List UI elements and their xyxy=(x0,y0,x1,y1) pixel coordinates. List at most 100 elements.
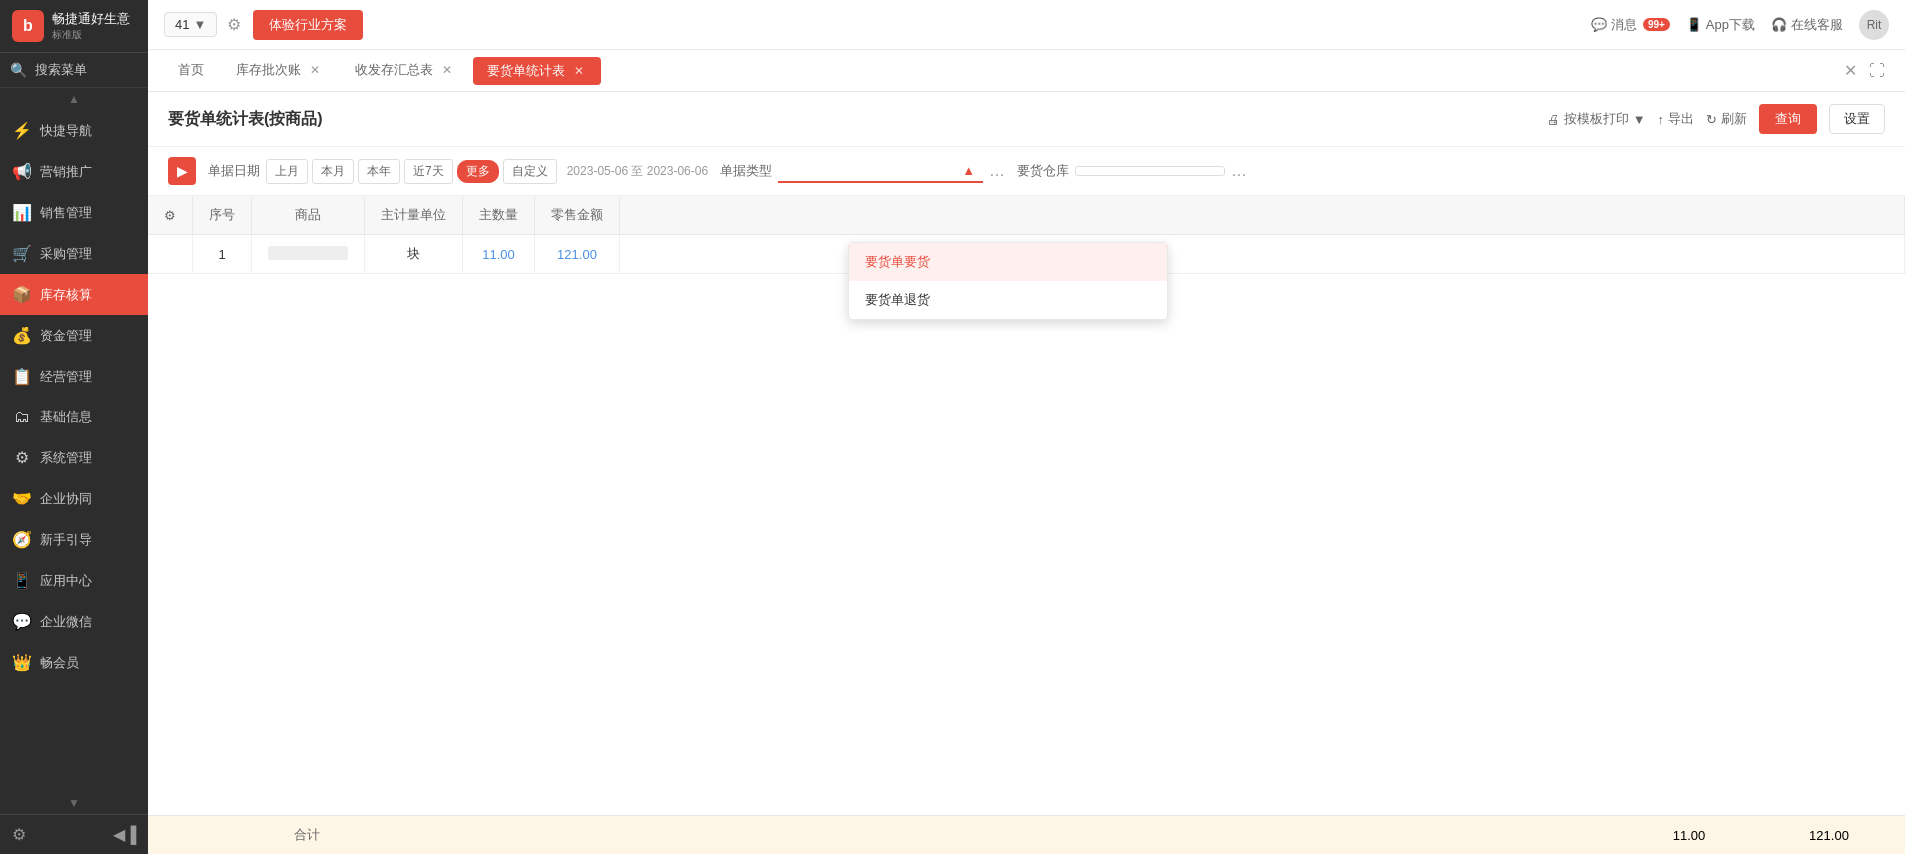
topbar-left: 41 ▼ ⚙ 体验行业方案 xyxy=(164,10,1591,40)
inventory-label: 库存核算 xyxy=(40,286,92,304)
tab-fullscreen-icon[interactable]: ⛶ xyxy=(1865,60,1889,82)
sidebar-item-inventory[interactable]: 📦 库存核算 xyxy=(0,274,148,315)
phone-icon: 📱 xyxy=(1686,17,1702,32)
order-type-more-icon[interactable]: … xyxy=(989,162,1005,180)
refresh-btn[interactable]: ↻ 刷新 xyxy=(1706,110,1747,128)
sidebar-item-finance[interactable]: 💰 资金管理 xyxy=(0,315,148,356)
refresh-icon: ↻ xyxy=(1706,112,1717,127)
print-template-btn[interactable]: 🖨 按模板打印 ▼ xyxy=(1547,110,1646,128)
more-dates-btn[interactable]: 更多 xyxy=(457,160,499,183)
tab-expand-icon[interactable]: ✕ xyxy=(1840,59,1861,82)
order-type-dropdown: 要货单要货 要货单退货 xyxy=(848,242,1168,320)
sidebar-scroll-down[interactable]: ▼ xyxy=(0,792,148,814)
shortcut-label: 快捷导航 xyxy=(40,122,92,140)
user-avatar[interactable]: Rit xyxy=(1859,10,1889,40)
this-year-btn[interactable]: 本年 xyxy=(358,159,400,184)
tab-request-summary[interactable]: 要货单统计表 ✕ xyxy=(473,57,601,85)
sidebar-item-operations[interactable]: 📋 经营管理 xyxy=(0,356,148,397)
tab-home[interactable]: 首页 xyxy=(164,53,218,89)
finance-label: 资金管理 xyxy=(40,327,92,345)
guide-label: 新手引导 xyxy=(40,531,92,549)
base-icon: 🗂 xyxy=(12,408,32,426)
cell-product-0 xyxy=(252,235,365,274)
store-dropdown-icon: ▼ xyxy=(193,17,206,32)
collapse-icon[interactable]: ◀▐ xyxy=(113,825,136,844)
last-month-btn[interactable]: 上月 xyxy=(266,159,308,184)
sidebar-item-base[interactable]: 🗂 基础信息 xyxy=(0,397,148,437)
total-quantity: 11.00 xyxy=(1629,828,1749,843)
tab-inventory-batch[interactable]: 库存批次账 ✕ xyxy=(222,53,337,89)
messages-label: 消息 xyxy=(1611,16,1637,34)
total-label: 合计 xyxy=(294,826,320,844)
app-download-btn[interactable]: 📱 App下载 xyxy=(1686,16,1755,34)
tab-close-inventory-batch[interactable]: ✕ xyxy=(307,62,323,78)
last-7days-btn[interactable]: 近7天 xyxy=(404,159,453,184)
table-header-extra xyxy=(620,196,1905,235)
sidebar-item-marketing[interactable]: 📢 营销推广 xyxy=(0,151,148,192)
sidebar-item-member[interactable]: 👑 畅会员 xyxy=(0,642,148,683)
tabbar-right: ✕ ⛶ xyxy=(1840,59,1889,82)
export-btn[interactable]: ↑ 导出 xyxy=(1658,110,1695,128)
sidebar-search[interactable]: 🔍 搜索菜单 xyxy=(0,53,148,88)
tab-close-request-summary[interactable]: ✕ xyxy=(571,63,587,79)
settings-icon[interactable]: ⚙ xyxy=(12,825,26,844)
operations-label: 经营管理 xyxy=(40,368,92,386)
headset-icon: 🎧 xyxy=(1771,17,1787,32)
table-header-quantity: 主数量 xyxy=(463,196,535,235)
messages-btn[interactable]: 💬 消息 99+ xyxy=(1591,16,1670,34)
main-content: 41 ▼ ⚙ 体验行业方案 💬 消息 99+ 📱 App下载 🎧 在线客服 Ri… xyxy=(148,0,1905,854)
base-label: 基础信息 xyxy=(40,408,92,426)
messages-badge: 99+ xyxy=(1643,18,1670,31)
topbar-settings-icon[interactable]: ⚙ xyxy=(227,15,241,34)
table-header-settings[interactable]: ⚙ xyxy=(148,196,193,235)
tab-close-receivable-summary[interactable]: ✕ xyxy=(439,62,455,78)
warehouse-more-icon[interactable]: … xyxy=(1231,162,1247,180)
trial-button[interactable]: 体验行业方案 xyxy=(253,10,363,40)
wechat-label: 企业微信 xyxy=(40,613,92,631)
sidebar-item-sales[interactable]: 📊 销售管理 xyxy=(0,192,148,233)
product-name-placeholder-0 xyxy=(268,246,348,260)
date-range-text: 2023-05-06 至 2023-06-06 xyxy=(567,163,708,180)
order-type-label: 单据类型 xyxy=(720,162,772,180)
wechat-icon: 💬 xyxy=(12,612,32,631)
purchase-icon: 🛒 xyxy=(12,244,32,263)
sidebar-item-shortcut[interactable]: ⚡ 快捷导航 xyxy=(0,110,148,151)
cell-extra-0 xyxy=(620,235,1905,274)
sidebar-item-enterprise[interactable]: 🤝 企业协同 xyxy=(0,478,148,519)
sales-label: 销售管理 xyxy=(40,204,92,222)
order-type-select[interactable]: ▲ xyxy=(778,160,983,183)
print-icon: 🖨 xyxy=(1547,112,1560,127)
enterprise-label: 企业协同 xyxy=(40,490,92,508)
app-logo-text: 畅捷通好生意 标准版 xyxy=(52,11,130,41)
cell-settings-0 xyxy=(148,235,193,274)
this-month-btn[interactable]: 本月 xyxy=(312,159,354,184)
tabbar: 首页 库存批次账 ✕ 收发存汇总表 ✕ 要货单统计表 ✕ ✕ ⛶ xyxy=(148,50,1905,92)
online-service-btn[interactable]: 🎧 在线客服 xyxy=(1771,16,1843,34)
store-selector[interactable]: 41 ▼ xyxy=(164,12,217,37)
system-icon: ⚙ xyxy=(12,448,32,467)
export-icon: ↑ xyxy=(1658,112,1665,127)
custom-date-btn[interactable]: 自定义 xyxy=(503,159,557,184)
query-button[interactable]: 查询 xyxy=(1759,104,1817,134)
sidebar-item-system[interactable]: ⚙ 系统管理 xyxy=(0,437,148,478)
sidebar-item-purchase[interactable]: 🛒 采购管理 xyxy=(0,233,148,274)
tab-receivable-summary[interactable]: 收发存汇总表 ✕ xyxy=(341,53,469,89)
sidebar-item-apps[interactable]: 📱 应用中心 xyxy=(0,560,148,601)
warehouse-select[interactable] xyxy=(1075,166,1225,176)
sidebar-item-wechat[interactable]: 💬 企业微信 xyxy=(0,601,148,642)
order-type-chevron-up: ▲ xyxy=(962,163,975,178)
date-filter-label: 单据日期 xyxy=(208,162,260,180)
print-dropdown-icon: ▼ xyxy=(1633,112,1646,127)
sidebar-logo: b 畅捷通好生意 标准版 xyxy=(0,0,148,53)
settings-button[interactable]: 设置 xyxy=(1829,104,1885,134)
page-content: 要货单统计表(按商品) 🖨 按模板打印 ▼ ↑ 导出 ↻ 刷新 查询 设置 xyxy=(148,92,1905,854)
sidebar-scroll-up[interactable]: ▲ xyxy=(0,88,148,110)
order-type-input[interactable] xyxy=(786,163,954,178)
filter-expand-btn[interactable]: ▶ xyxy=(168,157,196,185)
sidebar-nav: ⚡ 快捷导航 📢 营销推广 📊 销售管理 🛒 采购管理 📦 库存核算 💰 资金管… xyxy=(0,110,148,792)
dropdown-item-request-return[interactable]: 要货单退货 xyxy=(849,281,1167,319)
dropdown-item-request-goods[interactable]: 要货单要货 xyxy=(849,243,1167,281)
sidebar-item-guide[interactable]: 🧭 新手引导 xyxy=(0,519,148,560)
date-filter-btns: 上月 本月 本年 近7天 更多 自定义 xyxy=(266,159,557,184)
filter-bar: ▶ 单据日期 上月 本月 本年 近7天 更多 自定义 2023-05-06 至 … xyxy=(148,147,1905,196)
